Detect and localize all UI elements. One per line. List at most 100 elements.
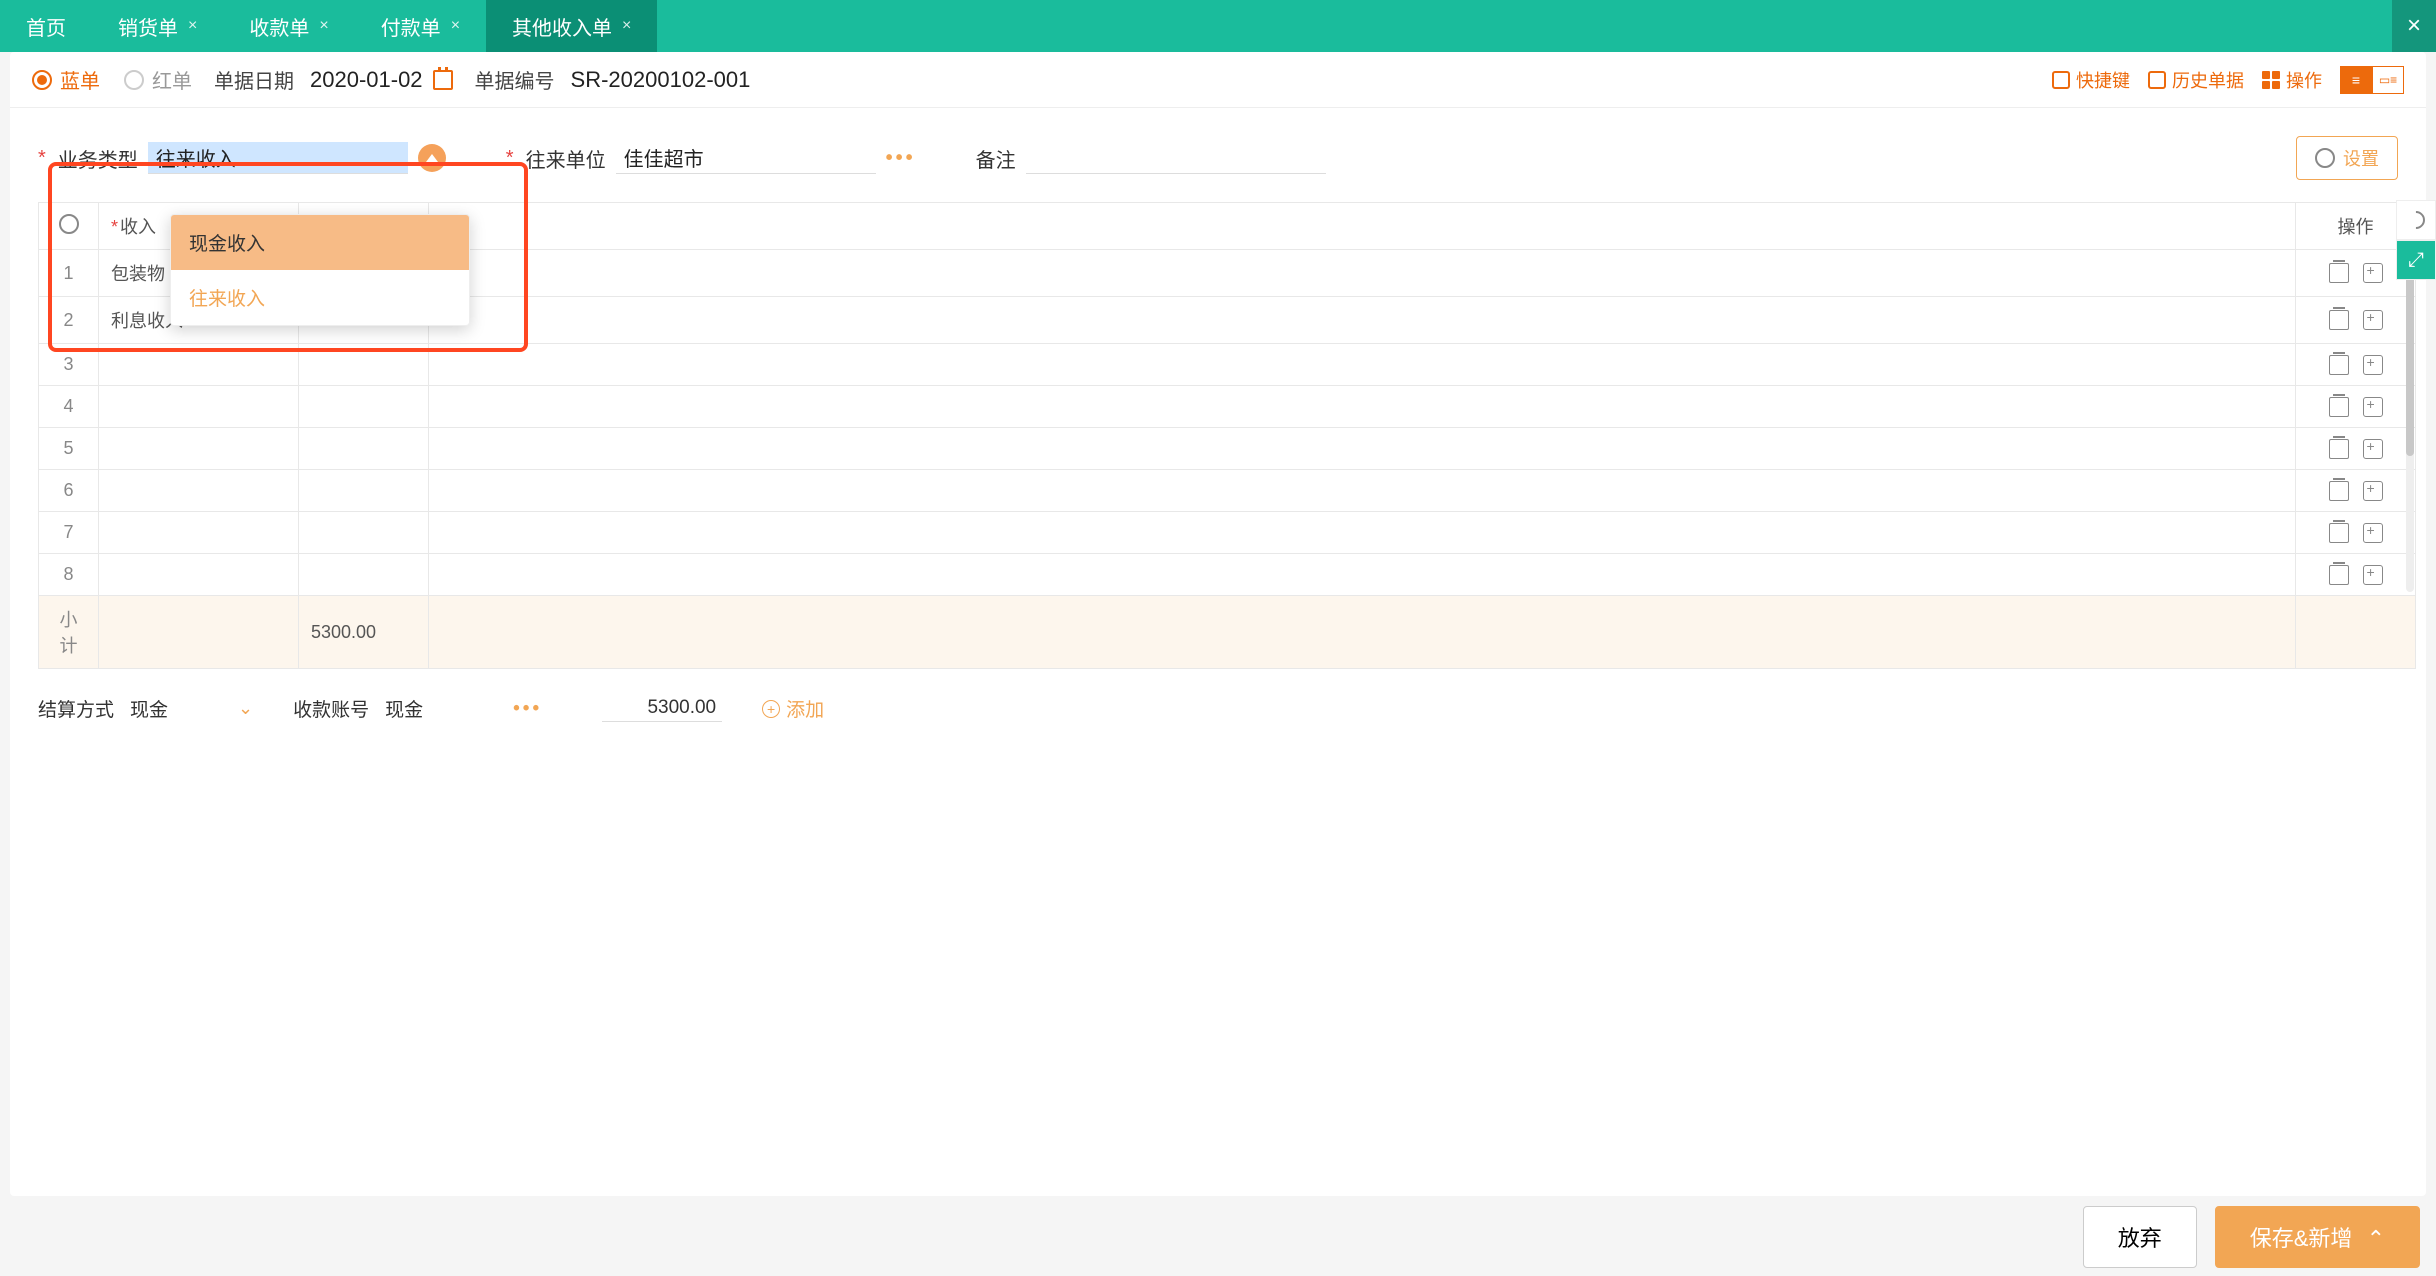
add-settlement[interactable]: + 添加 bbox=[762, 695, 824, 722]
close-icon[interactable]: × bbox=[319, 17, 328, 35]
row-amount[interactable] bbox=[299, 428, 429, 470]
view-detail-button[interactable]: ▭≡ bbox=[2372, 66, 2404, 94]
row-item[interactable] bbox=[99, 554, 299, 596]
close-panel-button[interactable]: × bbox=[2392, 0, 2436, 52]
row-index: 1 bbox=[39, 250, 99, 297]
plus-icon: + bbox=[762, 700, 780, 718]
save-new-button[interactable]: 保存&新增 ⌃ bbox=[2215, 1206, 2420, 1268]
copy-icon[interactable] bbox=[2363, 481, 2383, 501]
row-item[interactable] bbox=[99, 470, 299, 512]
radio-blue[interactable]: 蓝单 bbox=[32, 65, 100, 94]
delete-icon[interactable] bbox=[2329, 439, 2349, 459]
history-icon bbox=[2148, 71, 2166, 89]
radio-red[interactable]: 红单 bbox=[124, 65, 192, 94]
more-icon[interactable]: ••• bbox=[886, 147, 916, 170]
row-ops bbox=[2296, 386, 2416, 428]
row-remark[interactable] bbox=[429, 512, 2296, 554]
subtotal-row: 小计5300.00 bbox=[39, 596, 2416, 669]
bill-color-radio: 蓝单 红单 bbox=[32, 65, 192, 94]
delete-icon[interactable] bbox=[2329, 355, 2349, 375]
row-amount[interactable] bbox=[299, 470, 429, 512]
list-icon: ≡ bbox=[2352, 72, 2360, 88]
tab-label: 首页 bbox=[26, 12, 66, 41]
table-row[interactable]: 5 bbox=[39, 428, 2416, 470]
date-value[interactable]: 2020-01-02 bbox=[310, 67, 423, 93]
shortcut-link[interactable]: 快捷键 bbox=[2052, 67, 2130, 93]
delete-icon[interactable] bbox=[2329, 397, 2349, 417]
attachment-button[interactable] bbox=[2396, 200, 2436, 240]
copy-icon[interactable] bbox=[2363, 523, 2383, 543]
delete-icon[interactable] bbox=[2329, 310, 2349, 330]
remark-label: 备注 bbox=[976, 144, 1016, 173]
table-row[interactable]: 4 bbox=[39, 386, 2416, 428]
docno-value: SR-20200102-001 bbox=[571, 67, 751, 93]
row-remark[interactable] bbox=[429, 344, 2296, 386]
remark-input[interactable] bbox=[1026, 142, 1326, 174]
scrollbar-thumb[interactable] bbox=[2406, 252, 2414, 456]
delete-icon[interactable] bbox=[2329, 263, 2349, 283]
calendar-icon[interactable] bbox=[433, 70, 453, 90]
copy-icon[interactable] bbox=[2363, 439, 2383, 459]
row-remark[interactable] bbox=[429, 428, 2296, 470]
row-item[interactable] bbox=[99, 386, 299, 428]
row-amount[interactable] bbox=[299, 344, 429, 386]
discard-button[interactable]: 放弃 bbox=[2083, 1206, 2197, 1268]
table-scrollbar[interactable] bbox=[2406, 252, 2414, 592]
save-label: 保存&新增 bbox=[2250, 1226, 2353, 1251]
delete-icon[interactable] bbox=[2329, 565, 2349, 585]
copy-icon[interactable] bbox=[2363, 355, 2383, 375]
ops-link[interactable]: 操作 bbox=[2262, 67, 2322, 93]
tab-label: 销货单 bbox=[118, 12, 178, 41]
row-remark[interactable] bbox=[429, 297, 2296, 344]
tab-other-income[interactable]: 其他收入单 × bbox=[486, 0, 657, 52]
settings-button[interactable]: 设置 bbox=[2296, 136, 2398, 180]
copy-icon[interactable] bbox=[2363, 397, 2383, 417]
row-item[interactable] bbox=[99, 344, 299, 386]
expand-icon: ⤢ bbox=[2408, 249, 2424, 272]
delete-icon[interactable] bbox=[2329, 481, 2349, 501]
party-input[interactable] bbox=[616, 142, 876, 174]
tab-payment[interactable]: 付款单 × bbox=[355, 0, 486, 52]
spacer bbox=[657, 0, 2392, 52]
row-amount[interactable] bbox=[299, 512, 429, 554]
row-amount[interactable] bbox=[299, 386, 429, 428]
view-list-button[interactable]: ≡ bbox=[2340, 66, 2372, 94]
copy-icon[interactable] bbox=[2363, 263, 2383, 283]
close-icon[interactable]: × bbox=[451, 17, 460, 35]
table-row[interactable]: 3 bbox=[39, 344, 2416, 386]
expand-button[interactable]: ⤢ bbox=[2396, 240, 2436, 280]
row-amount[interactable] bbox=[299, 554, 429, 596]
row-item[interactable] bbox=[99, 512, 299, 554]
row-item[interactable] bbox=[99, 428, 299, 470]
row-ops bbox=[2296, 428, 2416, 470]
table-row[interactable]: 8 bbox=[39, 554, 2416, 596]
copy-icon[interactable] bbox=[2363, 565, 2383, 585]
radio-label: 蓝单 bbox=[60, 65, 100, 94]
link-icon bbox=[2403, 207, 2428, 232]
delete-icon[interactable] bbox=[2329, 523, 2349, 543]
chevron-down-icon[interactable]: ⌄ bbox=[238, 698, 253, 719]
settings-label: 设置 bbox=[2343, 145, 2379, 171]
row-remark[interactable] bbox=[429, 554, 2296, 596]
table-row[interactable]: 6 bbox=[39, 470, 2416, 512]
row-remark[interactable] bbox=[429, 250, 2296, 297]
form-row: * 业务类型 * 往来单位 ••• 备注 设置 bbox=[10, 108, 2426, 202]
row-remark[interactable] bbox=[429, 470, 2296, 512]
dropdown-option-ar[interactable]: 往来收入 bbox=[171, 270, 469, 325]
settle-method[interactable]: 结算方式 现金 ⌄ bbox=[38, 695, 253, 722]
table-row[interactable]: 7 bbox=[39, 512, 2416, 554]
row-remark[interactable] bbox=[429, 386, 2296, 428]
more-icon[interactable]: ••• bbox=[513, 698, 542, 720]
close-icon[interactable]: × bbox=[188, 17, 197, 35]
dropdown-option-cash[interactable]: 现金收入 bbox=[171, 215, 469, 270]
tab-receipt[interactable]: 收款单 × bbox=[223, 0, 354, 52]
settle-account[interactable]: 收款账号 现金 ••• bbox=[293, 695, 542, 722]
tab-sales[interactable]: 销货单 × bbox=[92, 0, 223, 52]
copy-icon[interactable] bbox=[2363, 310, 2383, 330]
close-icon[interactable]: × bbox=[622, 17, 631, 35]
tab-home[interactable]: 首页 bbox=[0, 0, 92, 52]
history-link[interactable]: 历史单据 bbox=[2148, 67, 2244, 93]
biz-type-input[interactable] bbox=[148, 142, 408, 174]
chevron-up-icon[interactable] bbox=[418, 144, 446, 172]
header-gear[interactable] bbox=[39, 203, 99, 250]
